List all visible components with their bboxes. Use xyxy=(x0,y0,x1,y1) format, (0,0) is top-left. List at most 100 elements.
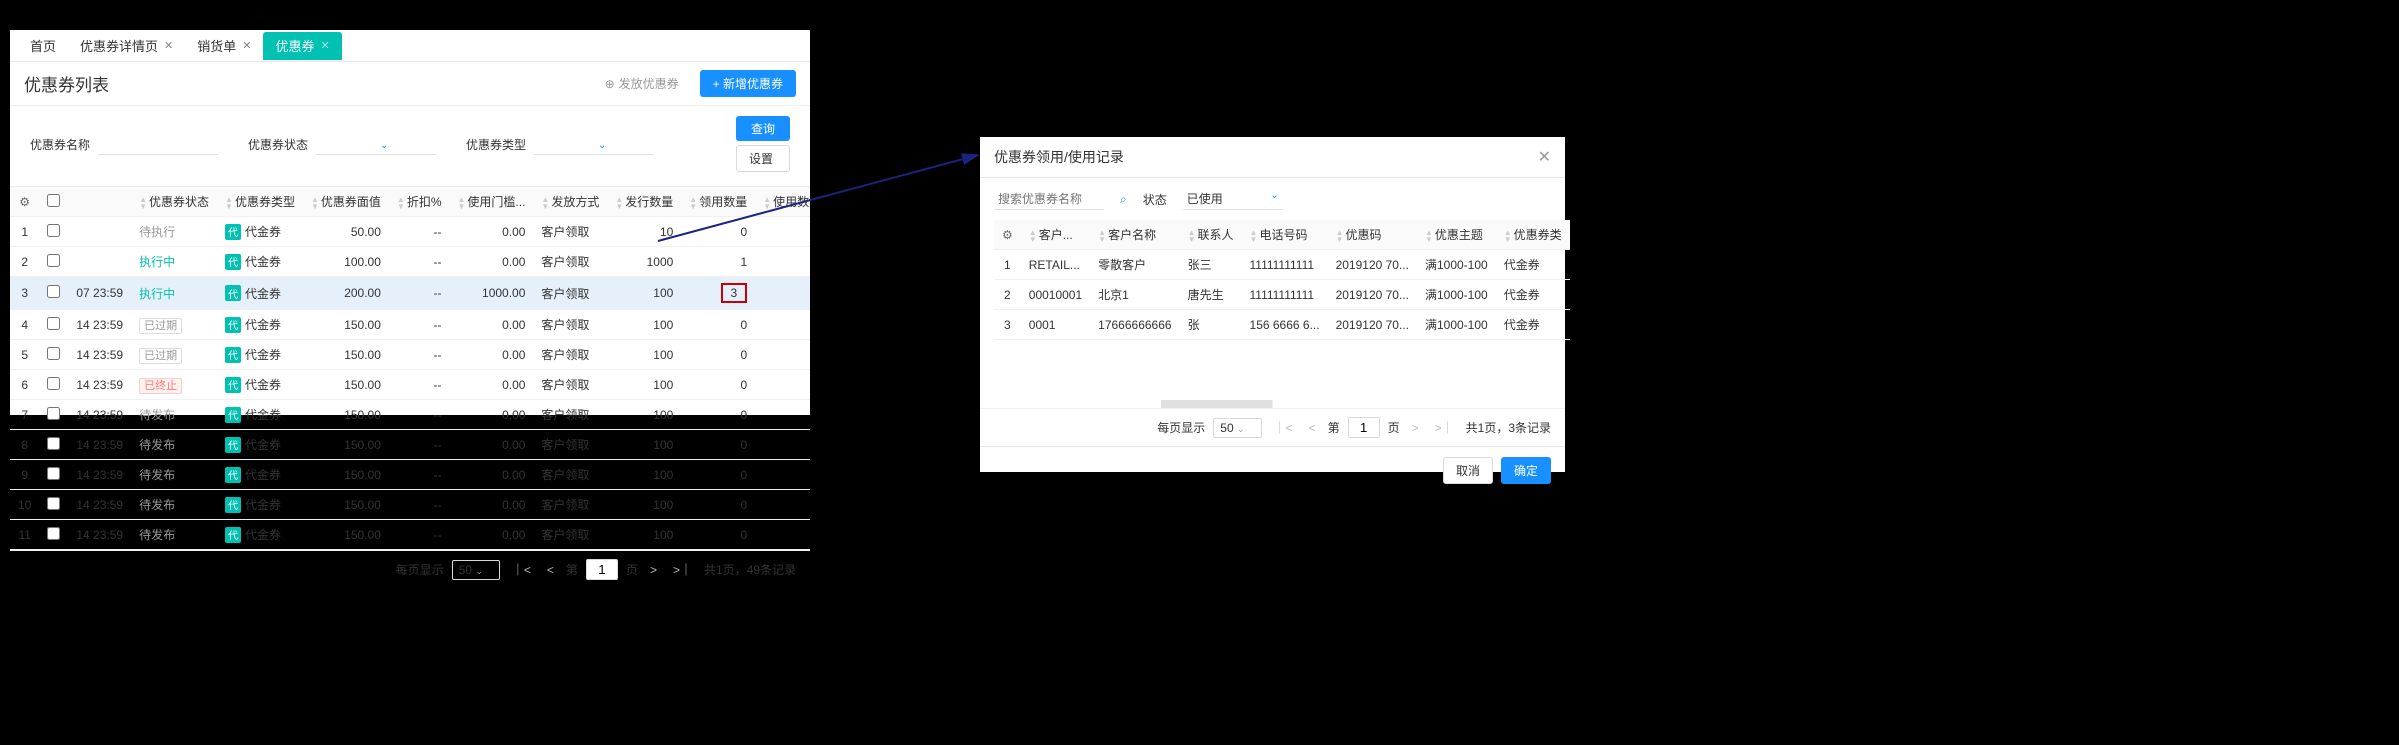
filter-status-label: 优惠券状态 xyxy=(248,136,308,153)
horizontal-scrollbar[interactable] xyxy=(994,400,1551,408)
row-checkbox[interactable] xyxy=(47,317,60,330)
row-checkbox[interactable] xyxy=(47,407,60,420)
modal-page-input[interactable] xyxy=(1348,417,1380,438)
table-row[interactable]: 3 07 23:59 执行中 代代金券 200.00 -- 1000.00 客户… xyxy=(10,277,810,310)
pagination: 每页显示 50 ⌄ ｜< < 第 页 > >｜ 共1页，49条记录 xyxy=(10,550,810,588)
row-checkbox[interactable] xyxy=(47,377,60,390)
sort-icon[interactable]: ▲▼ xyxy=(457,196,465,210)
close-icon[interactable]: ✕ xyxy=(321,39,330,52)
voucher-icon: 代 xyxy=(225,467,241,483)
row-checkbox[interactable] xyxy=(47,285,60,298)
filter-type-label: 优惠券类型 xyxy=(466,136,526,153)
sort-icon[interactable]: ▲▼ xyxy=(689,196,697,210)
close-icon[interactable]: ✕ xyxy=(242,39,251,52)
table-row[interactable]: 3 0001 17666666666 张 156 6666 6... 20191… xyxy=(994,310,1570,340)
add-button[interactable]: + 新增优惠券 xyxy=(700,70,796,97)
gear-icon[interactable]: ⚙ xyxy=(1002,228,1013,242)
status-badge: 待执行 xyxy=(139,225,175,239)
first-page-icon[interactable]: ｜< xyxy=(1270,419,1297,436)
row-checkbox[interactable] xyxy=(47,527,60,540)
voucher-icon: 代 xyxy=(225,377,241,393)
row-checkbox[interactable] xyxy=(47,437,60,450)
settings-button[interactable]: 设置 xyxy=(736,145,790,172)
time-column xyxy=(68,187,131,217)
per-page-select[interactable]: 50 ⌄ xyxy=(452,560,500,580)
next-page-icon[interactable]: > xyxy=(646,563,661,577)
select-all-checkbox[interactable] xyxy=(47,194,60,207)
table-row[interactable]: 8 14 23:59 待发布 代代金券 150.00 -- 0.00 客户领取 … xyxy=(10,430,810,460)
page-prefix: 第 xyxy=(566,561,578,578)
table-row[interactable]: 11 14 23:59 待发布 代代金券 150.00 -- 0.00 客户领取… xyxy=(10,520,810,550)
chevron-down-icon: ⌄ xyxy=(1270,190,1278,201)
table-row[interactable]: 1 RETAIL... 零散客户 张三 11111111111 2019120 … xyxy=(994,250,1570,280)
row-checkbox[interactable] xyxy=(47,497,60,510)
sort-icon[interactable]: ▲▼ xyxy=(1188,229,1196,243)
filter-status-select[interactable]: ⌄ xyxy=(316,134,436,155)
distribute-button[interactable]: ⊕ 发放优惠券 xyxy=(592,70,692,97)
cancel-button[interactable]: 取消 xyxy=(1443,457,1493,484)
cid-column: ▲▼客户... xyxy=(1021,220,1090,250)
first-page-icon[interactable]: ｜< xyxy=(508,561,535,578)
sort-icon[interactable]: ▲▼ xyxy=(1504,229,1512,243)
status-column: ▲▼优惠券状态 xyxy=(131,187,217,217)
row-checkbox[interactable] xyxy=(47,467,60,480)
sort-icon[interactable]: ▲▼ xyxy=(1336,229,1344,243)
voucher-icon: 代 xyxy=(225,317,241,333)
sort-icon[interactable]: ▲▼ xyxy=(1029,229,1037,243)
search-button[interactable]: 查询 xyxy=(736,116,790,141)
next-page-icon[interactable]: > xyxy=(1408,421,1423,435)
table-row[interactable]: 2 00010001 北京1 唐先生 11111111111 2019120 7… xyxy=(994,280,1570,310)
close-icon[interactable]: ✕ xyxy=(1538,147,1551,167)
prev-page-icon[interactable]: < xyxy=(543,563,558,577)
sort-icon[interactable]: ▲▼ xyxy=(541,196,549,210)
sort-icon[interactable]: ▲▼ xyxy=(763,196,771,210)
gear-icon[interactable]: ⚙ xyxy=(19,195,30,209)
prev-page-icon[interactable]: < xyxy=(1305,421,1320,435)
last-page-icon[interactable]: >｜ xyxy=(669,561,696,578)
table-row[interactable]: 2 执行中 代代金券 100.00 -- 0.00 客户领取 1000 1 0 … xyxy=(10,247,810,277)
confirm-button[interactable]: 确定 xyxy=(1501,457,1551,484)
row-checkbox[interactable] xyxy=(47,224,60,237)
search-icon[interactable]: ⌕ xyxy=(1120,192,1127,207)
face-column: ▲▼优惠券面值 xyxy=(303,187,389,217)
table-row[interactable]: 4 14 23:59 已过期 代代金券 150.00 -- 0.00 客户领取 … xyxy=(10,310,810,340)
gear-column: ⚙ xyxy=(10,187,39,217)
sort-icon[interactable]: ▲▼ xyxy=(615,196,623,210)
row-checkbox[interactable] xyxy=(47,254,60,267)
use-column: ▲▼使用数量 xyxy=(755,187,810,217)
table-row[interactable]: 5 14 23:59 已过期 代代金券 150.00 -- 0.00 客户领取 … xyxy=(10,340,810,370)
tab-首页[interactable]: 首页 xyxy=(18,32,68,60)
modal-search-input[interactable] xyxy=(994,189,1104,210)
filter-name-input[interactable] xyxy=(98,134,218,155)
voucher-icon: 代 xyxy=(225,407,241,423)
chevron-down-icon: ⌄ xyxy=(475,566,483,576)
filter-type-select[interactable]: ⌄ xyxy=(534,134,654,155)
modal-status-select[interactable]: 已使用⌄ xyxy=(1183,188,1283,210)
table-row[interactable]: 7 14 23:59 待发布 代代金券 150.00 -- 0.00 客户领取 … xyxy=(10,400,810,430)
row-checkbox[interactable] xyxy=(47,347,60,360)
table-row[interactable]: 10 14 23:59 待发布 代代金券 150.00 -- 0.00 客户领取… xyxy=(10,490,810,520)
table-row[interactable]: 6 14 23:59 已终止 代代金券 150.00 -- 0.00 客户领取 … xyxy=(10,370,810,400)
table-row[interactable]: 1 待执行 代代金券 50.00 -- 0.00 客户领取 10 0 0 ⇱⊞ xyxy=(10,217,810,247)
method-column: ▲▼发放方式 xyxy=(533,187,607,217)
sort-icon[interactable]: ▲▼ xyxy=(1425,229,1433,243)
sort-icon[interactable]: ▲▼ xyxy=(1098,229,1106,243)
last-page-icon[interactable]: >｜ xyxy=(1431,419,1458,436)
sort-icon[interactable]: ▲▼ xyxy=(139,196,147,210)
tab-销货单[interactable]: 销货单✕ xyxy=(185,32,263,60)
tab-优惠券详情页[interactable]: 优惠券详情页✕ xyxy=(68,32,185,60)
modal-per-page-select[interactable]: 50 ⌄ xyxy=(1213,418,1261,438)
page-suffix: 页 xyxy=(626,561,638,578)
close-icon[interactable]: ✕ xyxy=(164,39,173,52)
tab-优惠券[interactable]: 优惠券✕ xyxy=(263,32,341,60)
chevron-down-icon: ⌄ xyxy=(598,140,606,151)
sort-icon[interactable]: ▲▼ xyxy=(1250,229,1258,243)
voucher-icon: 代 xyxy=(225,437,241,453)
contact-column: ▲▼联系人 xyxy=(1180,220,1242,250)
sort-icon[interactable]: ▲▼ xyxy=(397,196,405,210)
tabs: 首页优惠券详情页✕销货单✕优惠券✕ xyxy=(10,30,810,62)
page-input[interactable] xyxy=(586,559,618,580)
sort-icon[interactable]: ▲▼ xyxy=(311,196,319,210)
sort-icon[interactable]: ▲▼ xyxy=(225,196,233,210)
table-row[interactable]: 9 14 23:59 待发布 代代金券 150.00 -- 0.00 客户领取 … xyxy=(10,460,810,490)
